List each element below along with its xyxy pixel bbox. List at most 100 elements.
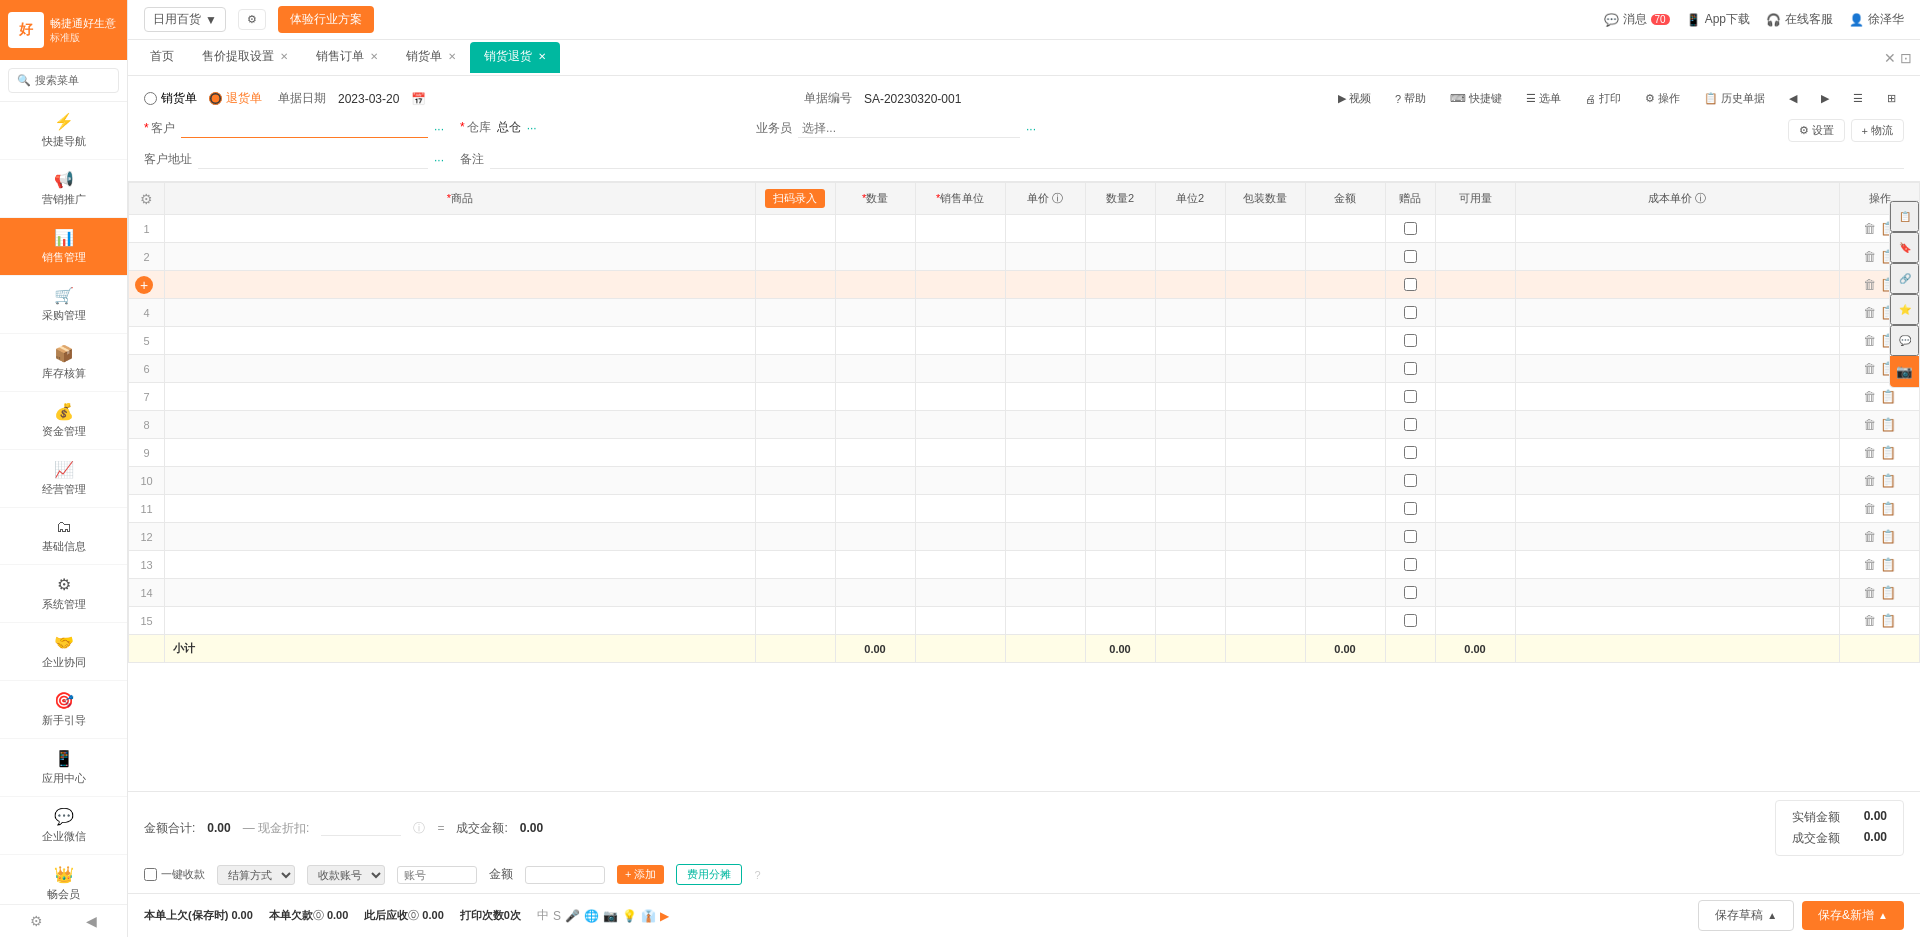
quick-flag-button[interactable]: 🔖	[1890, 232, 1919, 263]
customer-input[interactable]	[181, 119, 428, 138]
fee-split-button[interactable]: 费用分摊	[676, 864, 742, 885]
help-button[interactable]: ? 帮助	[1387, 88, 1434, 109]
gift-checkbox-15[interactable]	[1404, 614, 1417, 627]
delete-row-15[interactable]: 🗑	[1863, 613, 1876, 628]
gift-checkbox-4[interactable]	[1404, 306, 1417, 319]
account-method-select[interactable]: 收款账号	[307, 865, 385, 885]
nav-next-button[interactable]: ▶	[1813, 89, 1837, 108]
scan-input-button[interactable]: 扫码录入	[765, 189, 825, 208]
tab-price-setting[interactable]: 售价提取设置 ✕	[188, 42, 302, 73]
close-tab-button[interactable]: ✕	[1884, 50, 1896, 66]
sidebar-item-quick-nav[interactable]: ⚡ 快捷导航	[0, 102, 127, 160]
tab-close-sales-delivery[interactable]: ✕	[448, 51, 456, 62]
quick-camera-button[interactable]: 📷	[1890, 356, 1919, 387]
breadcrumb-selector[interactable]: 日用百货 ▼	[144, 7, 226, 32]
one-click-payment-checkbox[interactable]	[144, 868, 157, 881]
sidebar-item-marketing[interactable]: 📢 营销推广	[0, 160, 127, 218]
gift-checkbox-9[interactable]	[1404, 446, 1417, 459]
video-button[interactable]: ▶ 视频	[1330, 88, 1379, 109]
message-button[interactable]: 💬 消息 70	[1604, 11, 1670, 28]
sidebar-item-system[interactable]: ⚙ 系统管理	[0, 565, 127, 623]
gift-checkbox-7[interactable]	[1404, 390, 1417, 403]
tab-sales-order[interactable]: 销售订单 ✕	[302, 42, 392, 73]
copy-row-14[interactable]: 📋	[1880, 585, 1896, 600]
delete-row-13[interactable]: 🗑	[1863, 557, 1876, 572]
copy-row-11[interactable]: 📋	[1880, 501, 1896, 516]
copy-row-8[interactable]: 📋	[1880, 417, 1896, 432]
sidebar-item-inventory[interactable]: 📦 库存核算	[0, 334, 127, 392]
select-order-button[interactable]: ☰ 选单	[1518, 88, 1569, 109]
delete-row-5[interactable]: 🗑	[1863, 333, 1876, 348]
delete-row-6[interactable]: 🗑	[1863, 361, 1876, 376]
copy-row-15[interactable]: 📋	[1880, 613, 1896, 628]
search-menu-button[interactable]: 🔍 搜索菜单	[8, 68, 119, 93]
copy-row-12[interactable]: 📋	[1880, 529, 1896, 544]
tab-sales-return[interactable]: 销货退货 ✕	[470, 42, 560, 73]
sidebar-item-guide[interactable]: 🎯 新手引导	[0, 681, 127, 739]
sidebar-item-apps[interactable]: 📱 应用中心	[0, 739, 127, 797]
delete-row-8[interactable]: 🗑	[1863, 417, 1876, 432]
add-row-button[interactable]: +	[135, 276, 153, 294]
trial-button[interactable]: 体验行业方案	[278, 6, 374, 33]
sidebar-item-member[interactable]: 👑 畅会员	[0, 855, 127, 904]
radio-sales-return[interactable]: 退货单	[209, 90, 262, 107]
quick-star-button[interactable]: ⭐	[1890, 294, 1919, 325]
delete-row-3-button[interactable]: 🗑	[1863, 277, 1876, 292]
card-view-button[interactable]: ⊞	[1879, 89, 1904, 108]
quick-note-button[interactable]: 📋	[1890, 201, 1919, 232]
payment-amount-input[interactable]	[525, 866, 605, 884]
delete-row-10[interactable]: 🗑	[1863, 473, 1876, 488]
gift-checkbox-1[interactable]	[1404, 222, 1417, 235]
delete-row-1-button[interactable]: 🗑	[1863, 221, 1876, 236]
copy-row-13[interactable]: 📋	[1880, 557, 1896, 572]
tab-close-sales-order[interactable]: ✕	[370, 51, 378, 62]
sidebar-item-wechat[interactable]: 💬 企业微信	[0, 797, 127, 855]
salesperson-select-button[interactable]: ···	[1026, 122, 1036, 136]
grid-view-button[interactable]: ☰	[1845, 89, 1871, 108]
print-button[interactable]: 🖨 打印	[1577, 88, 1629, 109]
gift-checkbox-6[interactable]	[1404, 362, 1417, 375]
gift-checkbox-12[interactable]	[1404, 530, 1417, 543]
quick-chat-button[interactable]: 💬	[1890, 325, 1919, 356]
user-profile-button[interactable]: 👤 徐泽华	[1849, 11, 1904, 28]
gift-checkbox-13[interactable]	[1404, 558, 1417, 571]
sidebar-item-operations[interactable]: 📈 经营管理	[0, 450, 127, 508]
online-service-button[interactable]: 🎧 在线客服	[1766, 11, 1833, 28]
sidebar-item-basics[interactable]: 🗂 基础信息	[0, 508, 127, 565]
gift-checkbox-10[interactable]	[1404, 474, 1417, 487]
sidebar-item-sales[interactable]: 📊 销售管理	[0, 218, 127, 276]
tab-home[interactable]: 首页	[136, 42, 188, 73]
column-settings-button[interactable]: ⚙	[140, 191, 153, 207]
copy-row-10[interactable]: 📋	[1880, 473, 1896, 488]
gift-checkbox-8[interactable]	[1404, 418, 1417, 431]
discount-input[interactable]	[321, 821, 401, 836]
copy-row-9[interactable]: 📋	[1880, 445, 1896, 460]
history-orders-button[interactable]: 📋 历史单据	[1696, 88, 1773, 109]
product-input-3[interactable]	[171, 277, 749, 292]
app-download-button[interactable]: 📱 App下载	[1686, 11, 1750, 28]
customer-select-button[interactable]: ···	[434, 122, 444, 136]
gift-checkbox-5[interactable]	[1404, 334, 1417, 347]
form-settings-button[interactable]: ⚙ 设置	[1788, 119, 1845, 142]
delete-row-12[interactable]: 🗑	[1863, 529, 1876, 544]
sidebar-collapse-button[interactable]: ◀	[86, 913, 97, 929]
gift-checkbox-11[interactable]	[1404, 502, 1417, 515]
gift-checkbox-3[interactable]	[1404, 278, 1417, 291]
warehouse-select-button[interactable]: ···	[527, 121, 537, 135]
tab-sales-delivery[interactable]: 销货单 ✕	[392, 42, 470, 73]
delete-row-11[interactable]: 🗑	[1863, 501, 1876, 516]
gift-checkbox-2[interactable]	[1404, 250, 1417, 263]
gift-checkbox-14[interactable]	[1404, 586, 1417, 599]
delete-row-2-button[interactable]: 🗑	[1863, 249, 1876, 264]
copy-row-7[interactable]: 📋	[1880, 389, 1896, 404]
account-input[interactable]	[397, 866, 477, 884]
calendar-icon[interactable]: 📅	[411, 92, 426, 106]
remark-input[interactable]	[490, 150, 1904, 169]
save-draft-button[interactable]: 保存草稿 ▲	[1698, 900, 1794, 931]
sidebar-item-collab[interactable]: 🤝 企业协同	[0, 623, 127, 681]
add-payment-button[interactable]: + 添加	[617, 865, 664, 884]
delete-row-9[interactable]: 🗑	[1863, 445, 1876, 460]
gear-icon-button[interactable]: ⚙	[238, 9, 266, 30]
delete-row-4[interactable]: 🗑	[1863, 305, 1876, 320]
address-select-button[interactable]: ···	[434, 153, 444, 167]
